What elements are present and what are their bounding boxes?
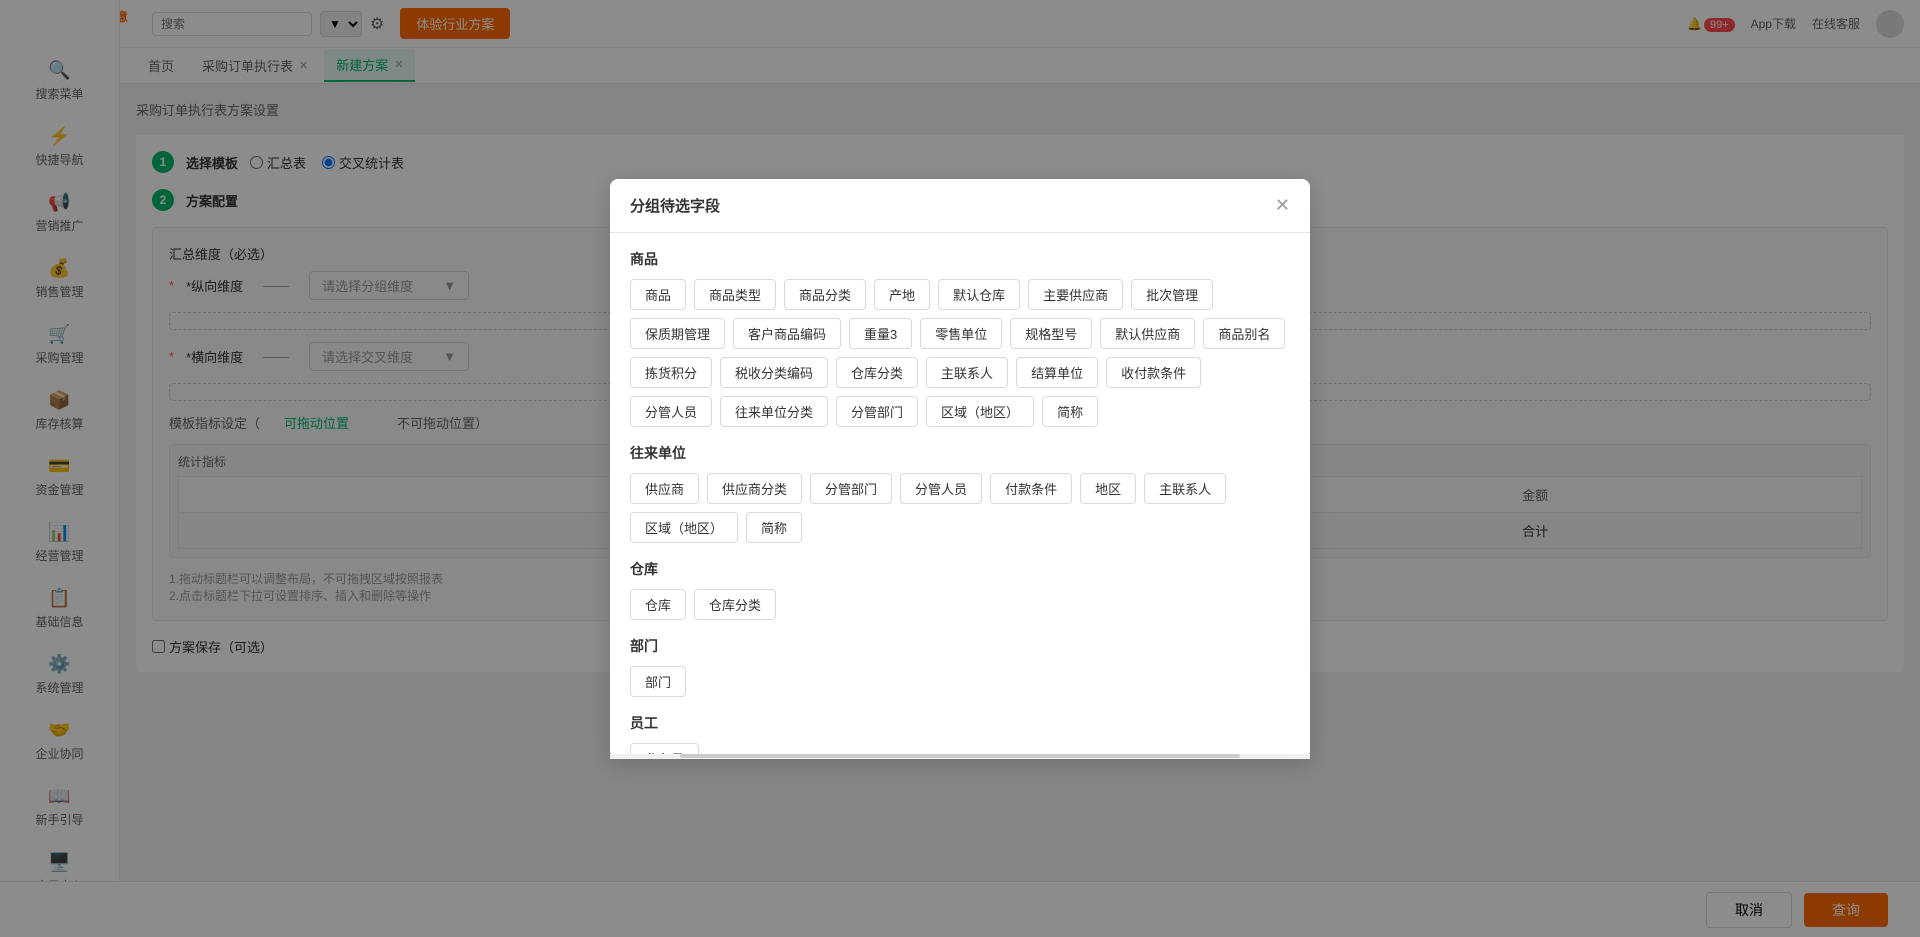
field-tag-0-12[interactable]: 默认供应商 — [1100, 318, 1195, 349]
field-group-title-0: 商品 — [630, 249, 1290, 269]
field-tag-2-0[interactable]: 仓库 — [630, 589, 686, 620]
field-tag-0-7[interactable]: 保质期管理 — [630, 318, 725, 349]
field-tag-4-0[interactable]: 业务员 — [630, 743, 699, 754]
field-tag-0-19[interactable]: 收付款条件 — [1106, 357, 1201, 388]
field-tag-0-1[interactable]: 商品类型 — [694, 279, 776, 310]
field-tag-0-3[interactable]: 产地 — [874, 279, 930, 310]
field-tag-1-2[interactable]: 分管部门 — [810, 473, 892, 504]
field-tag-1-0[interactable]: 供应商 — [630, 473, 699, 504]
field-group-title-4: 员工 — [630, 713, 1290, 733]
field-tag-0-22[interactable]: 分管部门 — [836, 396, 918, 427]
field-tag-0-10[interactable]: 零售单位 — [920, 318, 1002, 349]
field-tag-3-0[interactable]: 部门 — [630, 666, 686, 697]
field-tag-0-13[interactable]: 商品别名 — [1203, 318, 1285, 349]
field-tag-1-5[interactable]: 地区 — [1080, 473, 1136, 504]
field-tag-0-4[interactable]: 默认仓库 — [938, 279, 1020, 310]
modal-overlay[interactable]: 分组待选字段 ✕ 商品商品商品类型商品分类产地默认仓库主要供应商批次管理保质期管… — [0, 0, 1920, 937]
field-tags-1: 供应商供应商分类分管部门分管人员付款条件地区主联系人区域（地区） 简称 — [630, 473, 1290, 543]
field-tag-0-0[interactable]: 商品 — [630, 279, 686, 310]
field-tags-3: 部门 — [630, 666, 1290, 697]
field-tag-0-14[interactable]: 拣货积分 — [630, 357, 712, 388]
field-tag-2-1[interactable]: 仓库分类 — [694, 589, 776, 620]
field-tag-0-6[interactable]: 批次管理 — [1131, 279, 1213, 310]
field-tag-1-6[interactable]: 主联系人 — [1144, 473, 1226, 504]
field-tag-0-8[interactable]: 客户商品编码 — [733, 318, 841, 349]
field-tag-0-11[interactable]: 规格型号 — [1010, 318, 1092, 349]
field-tag-1-7[interactable]: 区域（地区） — [630, 512, 738, 543]
field-tag-0-21[interactable]: 往来单位分类 — [720, 396, 828, 427]
modal-close-button[interactable]: ✕ — [1275, 195, 1290, 216]
field-tag-0-24[interactable]: 简称 — [1042, 396, 1098, 427]
field-tag-0-17[interactable]: 主联系人 — [926, 357, 1008, 388]
field-tag-0-5[interactable]: 主要供应商 — [1028, 279, 1123, 310]
modal-header: 分组待选字段 ✕ — [610, 179, 1310, 233]
field-tag-1-1[interactable]: 供应商分类 — [707, 473, 802, 504]
field-tag-1-8[interactable]: 简称 — [746, 512, 802, 543]
field-group-title-1: 往来单位 — [630, 443, 1290, 463]
field-tag-0-15[interactable]: 税收分类编码 — [720, 357, 828, 388]
field-tag-0-23[interactable]: 区域（地区） — [926, 396, 1034, 427]
field-tag-1-3[interactable]: 分管人员 — [900, 473, 982, 504]
modal-dialog: 分组待选字段 ✕ 商品商品商品类型商品分类产地默认仓库主要供应商批次管理保质期管… — [610, 179, 1310, 759]
field-tags-2: 仓库仓库分类 — [630, 589, 1290, 620]
field-group-title-2: 仓库 — [630, 559, 1290, 579]
field-tag-0-16[interactable]: 仓库分类 — [836, 357, 918, 388]
field-tag-0-2[interactable]: 商品分类 — [784, 279, 866, 310]
field-tag-0-9[interactable]: 重量3 — [849, 318, 912, 349]
field-group-title-3: 部门 — [630, 636, 1290, 656]
field-tag-1-4[interactable]: 付款条件 — [990, 473, 1072, 504]
field-tags-0: 商品商品类型商品分类产地默认仓库主要供应商批次管理保质期管理客户商品编码重量3 零… — [630, 279, 1290, 427]
modal-scrollbar-area — [610, 754, 1310, 759]
modal-title: 分组待选字段 — [630, 195, 720, 216]
field-tags-4: 业务员 — [630, 743, 1290, 754]
modal-body: 商品商品商品类型商品分类产地默认仓库主要供应商批次管理保质期管理客户商品编码重量… — [610, 233, 1310, 754]
field-tag-0-18[interactable]: 结算单位 — [1016, 357, 1098, 388]
field-tag-0-20[interactable]: 分管人员 — [630, 396, 712, 427]
